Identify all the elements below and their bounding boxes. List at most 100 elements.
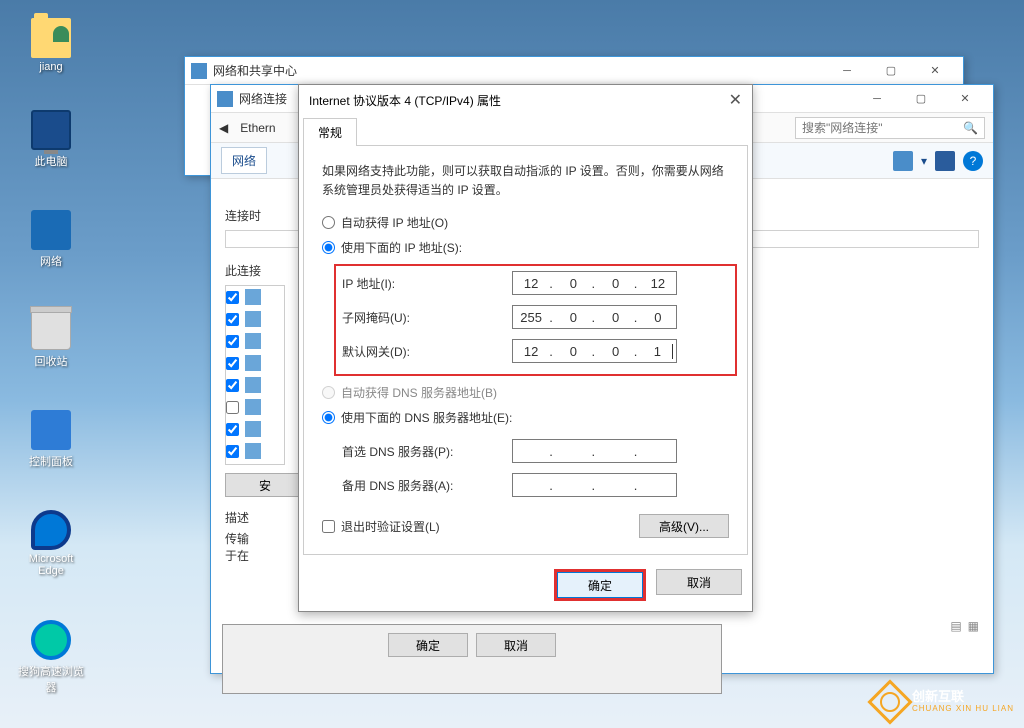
search-icon[interactable]: 🔍: [963, 121, 978, 135]
dns1-input[interactable]: . . .: [512, 439, 677, 463]
view-switcher[interactable]: ▤ ▦: [950, 619, 979, 633]
list-item[interactable]: [226, 396, 284, 418]
desktop-icon-network[interactable]: 网络: [16, 210, 86, 269]
octet[interactable]: 0: [601, 310, 631, 325]
ribbon-network-label[interactable]: 网络: [221, 147, 267, 174]
minimize-button[interactable]: ─: [855, 85, 899, 113]
radio-input[interactable]: [322, 216, 335, 229]
highlighted-ip-section: IP 地址(I): 12. 0. 0. 12 子网掩码(U): 255. 0. …: [334, 264, 737, 376]
minimize-button[interactable]: ─: [825, 57, 869, 85]
ok-button[interactable]: 确定: [557, 572, 643, 598]
watermark-logo-icon: [867, 679, 912, 724]
cancel-button[interactable]: 取消: [656, 569, 742, 595]
radio-input[interactable]: [322, 411, 335, 424]
back-button[interactable]: ◀: [219, 121, 228, 135]
close-button[interactable]: ✕: [943, 85, 987, 113]
desktop-icon-sogou[interactable]: 搜狗高速浏览器: [16, 620, 86, 695]
radio-label: 自动获得 DNS 服务器地址(B): [341, 384, 497, 401]
octet[interactable]: 0: [601, 276, 631, 291]
list-item[interactable]: [226, 286, 284, 308]
octet[interactable]: 12: [516, 276, 546, 291]
checkbox[interactable]: [226, 423, 239, 436]
control-panel-icon: [31, 410, 71, 450]
desktop-icon-this-pc[interactable]: 此电脑: [16, 110, 86, 169]
checkbox[interactable]: [226, 357, 239, 370]
radio-manual-dns[interactable]: 使用下面的 DNS 服务器地址(E):: [322, 409, 729, 426]
octet[interactable]: 12: [516, 344, 546, 359]
checkbox[interactable]: [226, 379, 239, 392]
dns2-input[interactable]: . . .: [512, 473, 677, 497]
radio-label: 使用下面的 DNS 服务器地址(E):: [341, 409, 512, 426]
list-item[interactable]: [226, 374, 284, 396]
item-icon: [245, 355, 261, 371]
list-view-icon[interactable]: ▤: [950, 619, 961, 633]
octet[interactable]: 0: [558, 276, 588, 291]
ip-address-input[interactable]: 12. 0. 0. 12: [512, 271, 677, 295]
octet[interactable]: 12: [643, 276, 673, 291]
tile-view-icon[interactable]: ▦: [968, 619, 979, 633]
search-box[interactable]: 🔍: [795, 117, 985, 139]
tab-content: 如果网络支持此功能，则可以获取自动指派的 IP 设置。否则，你需要从网络系统管理…: [303, 145, 748, 555]
advanced-button[interactable]: 高级(V)...: [639, 514, 729, 538]
octet[interactable]: 0: [601, 344, 631, 359]
tab-strip: 常规: [299, 115, 752, 145]
chevron-down-icon[interactable]: ▾: [921, 154, 927, 168]
cancel-button[interactable]: 取消: [476, 633, 556, 657]
octet[interactable]: 0: [643, 310, 673, 325]
desktop-icon-control-panel[interactable]: 控制面板: [16, 410, 86, 469]
sogou-icon: [31, 620, 71, 660]
search-input[interactable]: [802, 121, 963, 135]
radio-manual-ip[interactable]: 使用下面的 IP 地址(S):: [322, 239, 729, 256]
close-button[interactable]: ✕: [729, 90, 742, 110]
ok-button[interactable]: 确定: [388, 633, 468, 657]
desktop-icon-edge[interactable]: Microsoft Edge: [16, 510, 86, 577]
checkbox[interactable]: [226, 335, 239, 348]
radio-input[interactable]: [322, 241, 335, 254]
install-button[interactable]: 安: [225, 473, 305, 497]
close-button[interactable]: ✕: [913, 57, 957, 85]
list-item[interactable]: [226, 330, 284, 352]
item-icon: [245, 311, 261, 327]
gateway-label: 默认网关(D):: [342, 343, 512, 360]
octet[interactable]: 0: [558, 344, 588, 359]
desktop-icon-folder[interactable]: jiang: [16, 18, 86, 73]
items-list[interactable]: [225, 285, 285, 465]
dialog-title: Internet 协议版本 4 (TCP/IPv4) 属性: [309, 92, 501, 109]
desktop-icon-recycle-bin[interactable]: 回收站: [16, 310, 86, 369]
help-icon[interactable]: ?: [963, 151, 983, 171]
gateway-input[interactable]: 12. 0. 0. 1: [512, 339, 677, 363]
list-item[interactable]: [226, 440, 284, 462]
dns1-label: 首选 DNS 服务器(P):: [342, 443, 512, 460]
desktop-label: Microsoft Edge: [16, 553, 86, 577]
desktop-label: 搜狗高速浏览器: [16, 663, 86, 695]
view-icon[interactable]: [893, 151, 913, 171]
list-item[interactable]: [226, 352, 284, 374]
desktop-label: 控制面板: [16, 453, 86, 469]
checkbox[interactable]: [226, 445, 239, 458]
list-item[interactable]: [226, 308, 284, 330]
octet[interactable]: 0: [558, 310, 588, 325]
validate-checkbox[interactable]: [322, 520, 335, 533]
octet[interactable]: 255: [516, 310, 546, 325]
checkbox[interactable]: [226, 291, 239, 304]
grid-icon[interactable]: [935, 151, 955, 171]
item-icon: [245, 333, 261, 349]
dialog-titlebar[interactable]: Internet 协议版本 4 (TCP/IPv4) 属性 ✕: [299, 85, 752, 115]
breadcrumb[interactable]: Ethern: [240, 121, 275, 135]
watermark-text: 创新互联: [912, 690, 1014, 704]
radio-auto-ip[interactable]: 自动获得 IP 地址(O): [322, 214, 729, 231]
maximize-button[interactable]: ▢: [899, 85, 943, 113]
ethernet-properties-dialog: 确定 取消: [222, 624, 722, 694]
tab-general[interactable]: 常规: [303, 118, 357, 146]
desktop-label: jiang: [16, 61, 86, 73]
subnet-mask-input[interactable]: 255. 0. 0. 0: [512, 305, 677, 329]
titlebar[interactable]: 网络和共享中心 ─ ▢ ✕: [185, 57, 963, 85]
checkbox[interactable]: [226, 313, 239, 326]
subnet-mask-label: 子网掩码(U):: [342, 309, 512, 326]
octet[interactable]: 1: [643, 344, 673, 359]
validate-label: 退出时验证设置(L): [341, 518, 440, 535]
maximize-button[interactable]: ▢: [869, 57, 913, 85]
list-item[interactable]: [226, 418, 284, 440]
item-icon: [245, 289, 261, 305]
checkbox[interactable]: [226, 401, 239, 414]
